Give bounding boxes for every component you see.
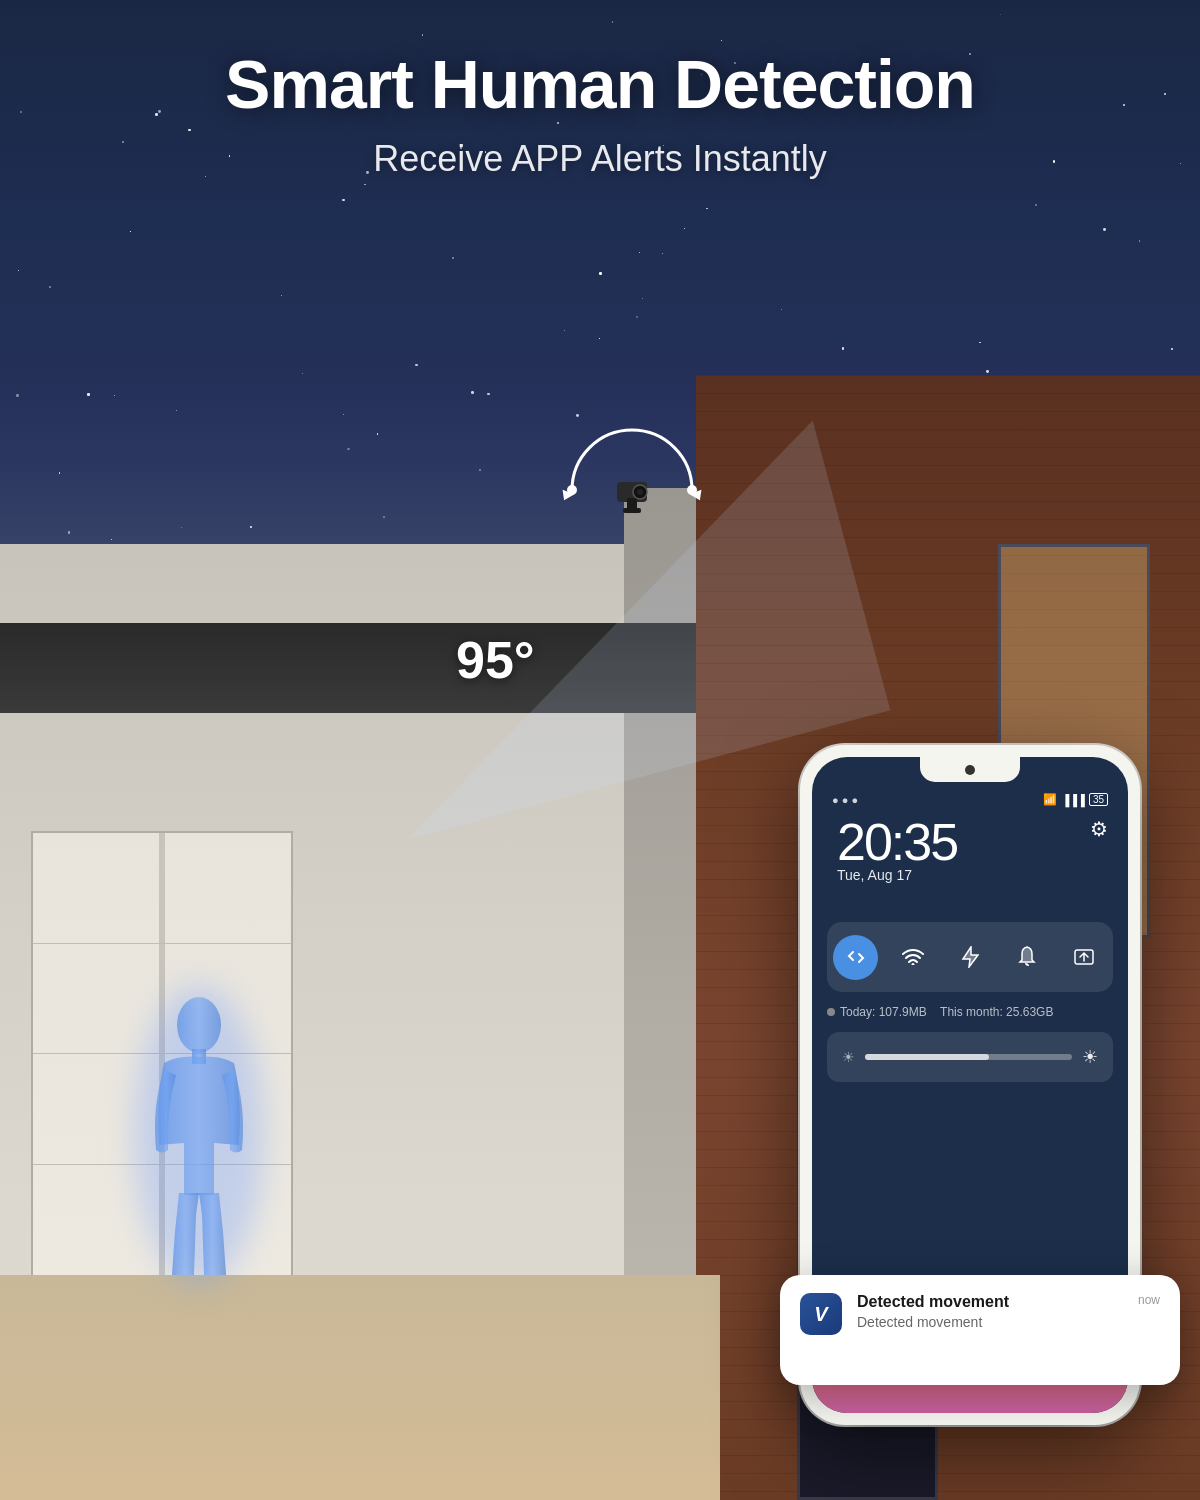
action-btn-flash[interactable] [947,935,992,980]
phone-camera-dot [965,765,975,775]
phone-notch [920,757,1020,782]
human-figure [144,995,254,1275]
action-btn-screen[interactable] [1062,935,1107,980]
time-display: 20:35 Tue, Aug 17 [837,812,957,883]
brightness-high-icon: ☀ [1082,1046,1098,1068]
data-transfer-icon [845,946,867,968]
time-big: 20:35 [837,812,957,872]
notif-header: V Detected movement Detected movement no… [800,1293,1160,1335]
notif-title: Detected movement [857,1293,1123,1311]
camera-section [552,420,712,524]
svg-point-6 [637,489,643,495]
brightness-fill [865,1054,989,1060]
svg-point-11 [911,963,914,965]
data-usage: Today: 107.9MB This month: 25.63GB [827,1005,1113,1019]
battery-icon: 35 [1089,793,1108,806]
quick-actions-bar [827,922,1113,992]
flash-icon [961,946,979,968]
notification-card: V Detected movement Detected movement no… [780,1275,1180,1385]
title-section: Smart Human Detection Receive APP Alerts… [0,45,1200,180]
data-today: Today: 107.9MB [840,1005,927,1019]
driveway [0,1275,720,1500]
garage-door-panel-1 [33,833,291,944]
data-dot [827,1008,835,1016]
bell-icon [1017,946,1037,968]
notif-app-icon: V [800,1293,842,1335]
notif-time: now [1138,1293,1160,1307]
action-btn-data[interactable] [833,935,878,980]
data-separator [932,1005,935,1019]
data-month: This month: 25.63GB [940,1005,1053,1019]
notif-body: Detected movement [857,1314,1123,1330]
brightness-track [865,1054,1072,1060]
settings-icon[interactable]: ⚙ [1090,817,1108,841]
action-btn-bell[interactable] [1005,935,1050,980]
status-bar: ● ● ● 📶 ▐▐▐ 35 [832,787,1108,812]
status-right: 📶 ▐▐▐ 35 [1043,793,1108,806]
signal-icon: ▐▐▐ [1061,794,1084,806]
brightness-bar[interactable]: ☀ ☀ [827,1032,1113,1082]
notif-content: Detected movement Detected movement [857,1293,1123,1330]
status-left: ● ● ● [832,794,858,806]
wifi-icon [902,949,924,965]
action-btn-wifi[interactable] [890,935,935,980]
svg-rect-8 [623,508,641,513]
detection-arc-svg [552,420,712,520]
date-text: Tue, Aug 17 [837,867,957,883]
subtitle: Receive APP Alerts Instantly [0,138,1200,180]
human-glow [134,985,264,1285]
screen-rotation-icon [1073,948,1095,966]
phone-container: ● ● ● 📶 ▐▐▐ 35 20:35 Tue, Aug 17 ⚙ [800,745,1140,1425]
brightness-low-icon: ☀ [842,1049,855,1065]
bluetooth-icon: 📶 [1043,793,1057,806]
app-logo-v: V [814,1303,827,1326]
detection-angle-label: 95° [456,630,535,690]
main-title: Smart Human Detection [0,45,1200,123]
